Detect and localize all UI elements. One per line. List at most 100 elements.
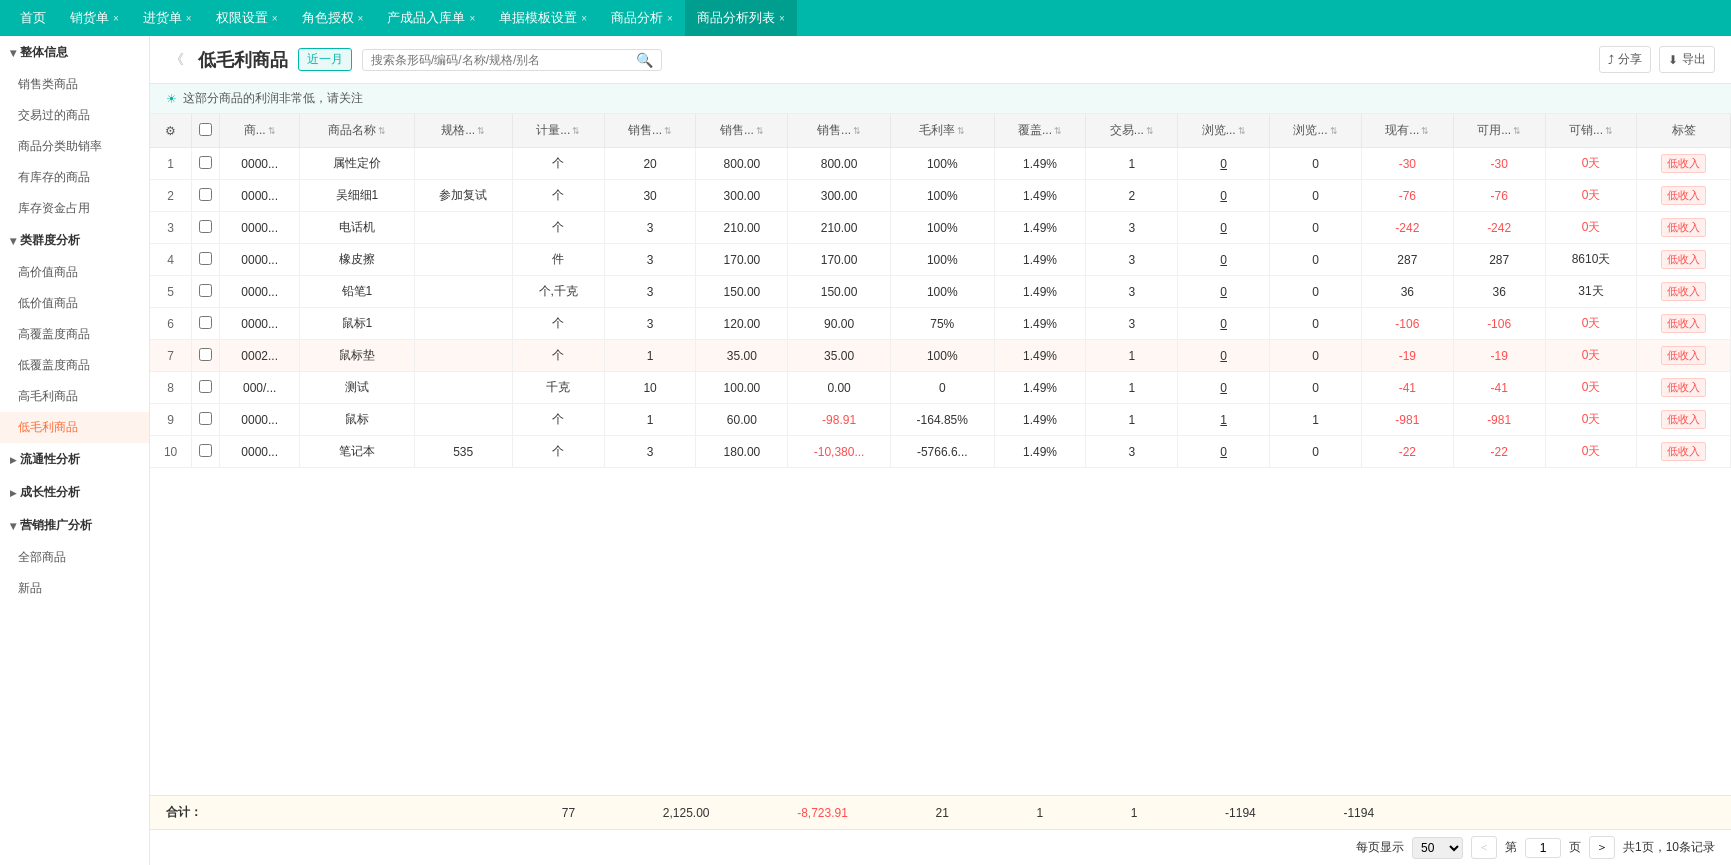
row-browse1[interactable]: 0 (1178, 436, 1270, 468)
row-checkbox[interactable] (199, 348, 212, 361)
row-checkbox-cell[interactable] (192, 404, 220, 436)
row-browse1[interactable]: 1 (1178, 404, 1270, 436)
search-input[interactable] (371, 53, 636, 67)
filter-recent-month-btn[interactable]: 近一月 (298, 48, 352, 71)
col-settings[interactable]: ⚙ (150, 114, 192, 148)
nav-sales-close[interactable]: × (113, 13, 119, 24)
row-checkbox-cell[interactable] (192, 276, 220, 308)
col-checkbox[interactable] (192, 114, 220, 148)
row-checkbox-cell[interactable] (192, 180, 220, 212)
sidebar-item-sales-goods[interactable]: 销售类商品 (0, 69, 149, 100)
row-browse1[interactable]: 0 (1178, 340, 1270, 372)
sort-icon-b2[interactable]: ⇅ (1330, 126, 1338, 136)
sort-icon-unit[interactable]: ⇅ (572, 126, 580, 136)
row-name[interactable]: 橡皮擦 (300, 244, 414, 276)
sort-icon-cr[interactable]: ⇅ (1054, 126, 1062, 136)
nav-roles-close[interactable]: × (358, 13, 364, 24)
sidebar-item-high-value[interactable]: 高价值商品 (0, 257, 149, 288)
row-browse1[interactable]: 0 (1178, 276, 1270, 308)
row-checkbox[interactable] (199, 188, 212, 201)
sidebar-item-low-value[interactable]: 低价值商品 (0, 288, 149, 319)
row-checkbox-cell[interactable] (192, 436, 220, 468)
nav-permissions[interactable]: 权限设置 × (204, 0, 290, 36)
sort-icon-spec[interactable]: ⇅ (477, 126, 485, 136)
row-name[interactable]: 属性定价 (300, 148, 414, 180)
nav-goods-analysis-list[interactable]: 商品分析列表 × (685, 0, 797, 36)
sort-icon-cs[interactable]: ⇅ (1421, 126, 1429, 136)
row-browse1[interactable]: 0 (1178, 180, 1270, 212)
sidebar-group-overall[interactable]: ▾ 整体信息 (0, 36, 149, 69)
sort-icon-tc[interactable]: ⇅ (1146, 126, 1154, 136)
nav-roles[interactable]: 角色授权 × (290, 0, 376, 36)
row-name[interactable]: 鼠标1 (300, 308, 414, 340)
row-checkbox-cell[interactable] (192, 244, 220, 276)
sidebar-item-low-coverage[interactable]: 低覆盖度商品 (0, 350, 149, 381)
sidebar-group-cluster[interactable]: ▾ 类群度分析 (0, 224, 149, 257)
row-name[interactable]: 鼠标垫 (300, 340, 414, 372)
row-checkbox-cell[interactable] (192, 148, 220, 180)
row-checkbox[interactable] (199, 316, 212, 329)
nav-goods-analysis-close[interactable]: × (667, 13, 673, 24)
row-checkbox[interactable] (199, 412, 212, 425)
sort-icon-sl[interactable]: ⇅ (1605, 126, 1613, 136)
sort-icon-sq[interactable]: ⇅ (664, 126, 672, 136)
sort-icon-b1[interactable]: ⇅ (1238, 126, 1246, 136)
row-name[interactable]: 笔记本 (300, 436, 414, 468)
collapse-sidebar-btn[interactable]: 《 (166, 47, 188, 73)
sidebar-item-new-goods[interactable]: 新品 (0, 573, 149, 604)
row-checkbox-cell[interactable] (192, 372, 220, 404)
sidebar-item-all-goods[interactable]: 全部商品 (0, 542, 149, 573)
row-name[interactable]: 铅笔1 (300, 276, 414, 308)
row-checkbox[interactable] (199, 220, 212, 233)
sidebar-item-category-rate[interactable]: 商品分类助销率 (0, 131, 149, 162)
sidebar-group-marketing[interactable]: ▾ 营销推广分析 (0, 509, 149, 542)
share-btn[interactable]: ⤴ 分享 (1599, 46, 1651, 73)
row-checkbox-cell[interactable] (192, 340, 220, 372)
col-settings-icon[interactable]: ⚙ (165, 124, 176, 138)
row-name[interactable]: 鼠标 (300, 404, 414, 436)
export-btn[interactable]: ⬇ 导出 (1659, 46, 1715, 73)
nav-template[interactable]: 单据模板设置 × (487, 0, 599, 36)
prev-page-btn[interactable]: ＜ (1471, 836, 1497, 859)
row-checkbox-cell[interactable] (192, 308, 220, 340)
row-browse1[interactable]: 0 (1178, 308, 1270, 340)
sidebar-item-traded-goods[interactable]: 交易过的商品 (0, 100, 149, 131)
next-page-btn[interactable]: ＞ (1589, 836, 1615, 859)
nav-purchase-close[interactable]: × (186, 13, 192, 24)
nav-home[interactable]: 首页 (8, 0, 58, 36)
row-checkbox[interactable] (199, 380, 212, 393)
row-checkbox[interactable] (199, 284, 212, 297)
nav-permissions-close[interactable]: × (272, 13, 278, 24)
row-name[interactable]: 测试 (300, 372, 414, 404)
per-page-select[interactable]: 50 100 (1412, 837, 1463, 859)
row-browse1[interactable]: 0 (1178, 148, 1270, 180)
row-browse1[interactable]: 0 (1178, 372, 1270, 404)
nav-template-close[interactable]: × (581, 13, 587, 24)
sidebar-item-low-margin[interactable]: 低毛利商品 (0, 412, 149, 443)
nav-goods-analysis[interactable]: 商品分析 × (599, 0, 685, 36)
sidebar-item-high-coverage[interactable]: 高覆盖度商品 (0, 319, 149, 350)
nav-sales[interactable]: 销货单 × (58, 0, 131, 36)
sort-icon-av[interactable]: ⇅ (1513, 126, 1521, 136)
sidebar-item-stock-goods[interactable]: 有库存的商品 (0, 162, 149, 193)
sidebar-item-high-margin[interactable]: 高毛利商品 (0, 381, 149, 412)
row-checkbox[interactable] (199, 156, 212, 169)
sidebar-item-stock-capital[interactable]: 库存资金占用 (0, 193, 149, 224)
row-name[interactable]: 电话机 (300, 212, 414, 244)
sidebar-group-growth[interactable]: ▸ 成长性分析 (0, 476, 149, 509)
sort-icon-code[interactable]: ⇅ (268, 126, 276, 136)
row-browse1[interactable]: 0 (1178, 212, 1270, 244)
page-number-input[interactable] (1525, 838, 1561, 858)
sidebar-group-flow[interactable]: ▸ 流通性分析 (0, 443, 149, 476)
row-name[interactable]: 吴细细1 (300, 180, 414, 212)
row-browse1[interactable]: 0 (1178, 244, 1270, 276)
nav-purchase[interactable]: 进货单 × (131, 0, 204, 36)
sort-icon-name[interactable]: ⇅ (378, 126, 386, 136)
row-checkbox[interactable] (199, 252, 212, 265)
select-all-checkbox[interactable] (199, 123, 212, 136)
nav-product-entry-close[interactable]: × (469, 13, 475, 24)
sort-icon-spr[interactable]: ⇅ (853, 126, 861, 136)
sort-icon-gr[interactable]: ⇅ (957, 126, 965, 136)
row-checkbox[interactable] (199, 444, 212, 457)
nav-product-entry[interactable]: 产成品入库单 × (375, 0, 487, 36)
